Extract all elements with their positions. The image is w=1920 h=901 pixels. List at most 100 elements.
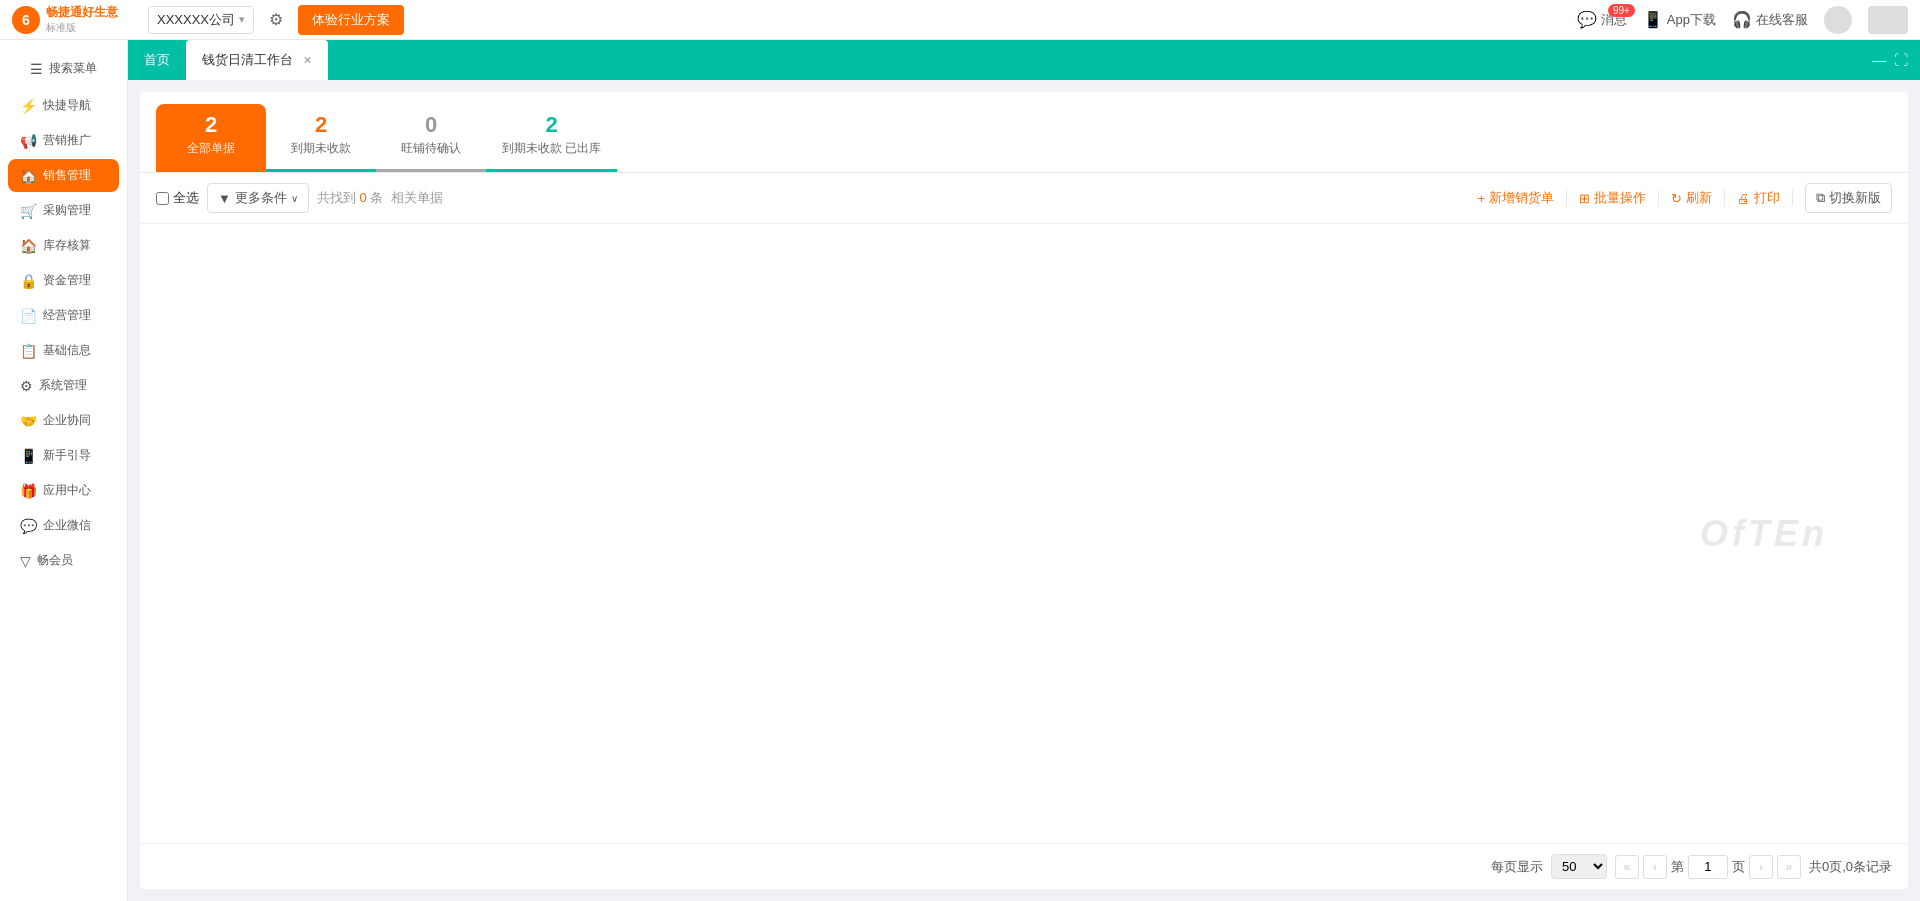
divider-2 (1658, 190, 1659, 206)
sidebar-item-sales[interactable]: 🏠 销售管理 (8, 159, 119, 192)
member-label: 畅会员 (37, 552, 73, 569)
guide-icon: 📱 (20, 448, 37, 464)
divider-4 (1792, 190, 1793, 206)
select-all-checkbox[interactable]: 全选 (156, 189, 199, 207)
quick-nav-label: 快捷导航 (43, 97, 91, 114)
close-tab-icon[interactable]: ✕ (303, 54, 312, 67)
nav-tab-actions: — ⛶ (1872, 52, 1920, 68)
minimize-icon[interactable]: — (1872, 52, 1886, 68)
service-icon: 🎧 (1732, 10, 1752, 29)
guide-label: 新手引导 (43, 447, 91, 464)
top-bar-left: 6 畅捷通好生意 标准版 XXXXXX公司 ▾ ⚙ 体验行业方案 (12, 4, 404, 35)
company-name: XXXXXX公司 (157, 11, 235, 29)
sidebar-item-base-info[interactable]: 📋 基础信息 (8, 334, 119, 367)
sidebar-item-marketing[interactable]: 📢 营销推广 (8, 124, 119, 157)
sidebar-item-finance[interactable]: 🔒 资金管理 (8, 264, 119, 297)
messages-button[interactable]: 💬 消息 99+ (1577, 10, 1627, 29)
summary-tab-shipped-count: 2 (546, 112, 558, 138)
switch-button[interactable]: ⧉ 切换新版 (1805, 183, 1892, 213)
switch-label: 切换新版 (1829, 189, 1881, 207)
divider-1 (1566, 190, 1567, 206)
add-sale-button[interactable]: + 新增销货单 (1477, 189, 1554, 207)
sales-icon: 🏠 (20, 168, 37, 184)
tab-work-bench-label: 钱货日清工作台 (202, 51, 293, 69)
summary-tab-shipped-label: 到期未收款 已出库 (502, 140, 601, 157)
expand-icon[interactable]: ⛶ (1894, 52, 1908, 68)
refresh-icon: ↻ (1671, 191, 1682, 206)
user-name-display (1868, 6, 1908, 34)
sidebar-item-purchase[interactable]: 🛒 采购管理 (8, 194, 119, 227)
inventory-icon: 🏠 (20, 238, 37, 254)
sidebar-item-app-center[interactable]: 🎁 应用中心 (8, 474, 119, 507)
print-icon: 🖨 (1737, 191, 1750, 206)
toolbar-left: 全选 ▼ 更多条件 ∨ 共找到 0 条 相关单据 (156, 183, 1469, 213)
app-center-icon: 🎁 (20, 483, 37, 499)
summary-tab-all-count: 2 (205, 112, 217, 138)
tab-work-bench[interactable]: 钱货日清工作台 ✕ (186, 40, 328, 80)
enterprise-label: 企业协同 (43, 412, 91, 429)
sidebar-item-system[interactable]: ⚙ 系统管理 (8, 369, 119, 402)
message-icon: 💬 (1577, 10, 1597, 29)
app-download-button[interactable]: 📱 App下载 (1643, 10, 1716, 29)
nav-tabs: 首页 钱货日清工作台 ✕ — ⛶ (128, 40, 1920, 80)
messages-badge: 99+ (1608, 4, 1635, 17)
sidebar-item-wechat[interactable]: 💬 企业微信 (8, 509, 119, 542)
logo-text-area: 畅捷通好生意 标准版 (46, 4, 118, 35)
online-service-button[interactable]: 🎧 在线客服 (1732, 10, 1808, 29)
filter-label: 更多条件 (235, 189, 287, 207)
sidebar-item-search-menu[interactable]: ☰ 搜索菜单 (8, 50, 119, 87)
tab-home[interactable]: 首页 (128, 40, 186, 80)
app-download-label: App下载 (1667, 11, 1716, 29)
summary-tab-shipped[interactable]: 2 到期未收款 已出库 (486, 104, 617, 172)
sidebar-item-member[interactable]: ▽ 畅会员 (8, 544, 119, 577)
batch-button[interactable]: ⊞ 批量操作 (1579, 189, 1646, 207)
select-all-input[interactable] (156, 192, 169, 205)
summary-tab-wangpu-count: 0 (425, 112, 437, 138)
member-icon: ▽ (20, 553, 31, 569)
sidebar-item-guide[interactable]: 📱 新手引导 (8, 439, 119, 472)
trial-button[interactable]: 体验行业方案 (298, 5, 404, 35)
base-info-label: 基础信息 (43, 342, 91, 359)
avatar[interactable] (1824, 6, 1852, 34)
summary-tab-all[interactable]: 2 全部单据 (156, 104, 266, 172)
per-page-label: 每页显示 (1491, 858, 1543, 876)
toolbar-right: + 新增销货单 ⊞ 批量操作 ↻ 刷新 🖨 打印 (1477, 183, 1892, 213)
batch-icon: ⊞ (1579, 191, 1590, 206)
page-last-btn[interactable]: » (1777, 855, 1801, 879)
page-input[interactable] (1688, 855, 1728, 879)
sidebar: ☰ 搜索菜单 ⚡ 快捷导航 📢 营销推广 🏠 销售管理 🛒 采购管理 🏠 库存核… (0, 0, 128, 901)
company-selector[interactable]: XXXXXX公司 ▾ (148, 6, 254, 34)
sidebar-item-operations[interactable]: 📄 经营管理 (8, 299, 119, 332)
page-first-btn[interactable]: « (1615, 855, 1639, 879)
toolbar: 全选 ▼ 更多条件 ∨ 共找到 0 条 相关单据 + 新增销货单 (140, 173, 1908, 224)
settings-icon[interactable]: ⚙ (262, 6, 290, 34)
sidebar-item-inventory[interactable]: 🏠 库存核算 (8, 229, 119, 262)
system-icon: ⚙ (20, 378, 33, 394)
top-bar: 6 畅捷通好生意 标准版 XXXXXX公司 ▾ ⚙ 体验行业方案 💬 消息 99… (0, 0, 1920, 40)
add-label: 新增销货单 (1489, 189, 1554, 207)
summary-tab-wangpu[interactable]: 0 旺铺待确认 (376, 104, 486, 172)
system-label: 系统管理 (39, 377, 87, 394)
per-page-select[interactable]: 50 10 20 100 (1551, 854, 1607, 879)
select-all-label: 全选 (173, 189, 199, 207)
page-next-btn[interactable]: › (1749, 855, 1773, 879)
summary-tab-all-label: 全部单据 (187, 140, 235, 157)
table-area: OfTEn (140, 224, 1908, 843)
sidebar-item-enterprise[interactable]: 🤝 企业协同 (8, 404, 119, 437)
logo-name: 畅捷通好生意 (46, 4, 118, 21)
page-prev-btn[interactable]: ‹ (1643, 855, 1667, 879)
sidebar-item-quick-nav[interactable]: ⚡ 快捷导航 (8, 89, 119, 122)
sales-label: 销售管理 (43, 167, 91, 184)
logo-sub: 标准版 (46, 21, 118, 35)
summary-tab-overdue-count: 2 (315, 112, 327, 138)
page-suffix: 页 (1732, 858, 1745, 876)
filter-button[interactable]: ▼ 更多条件 ∨ (207, 183, 309, 213)
operations-label: 经营管理 (43, 307, 91, 324)
inventory-label: 库存核算 (43, 237, 91, 254)
refresh-button[interactable]: ↻ 刷新 (1671, 189, 1712, 207)
summary-tab-overdue-label: 到期未收款 (291, 140, 351, 157)
summary-tab-overdue[interactable]: 2 到期未收款 (266, 104, 376, 172)
sidebar-items: ☰ 搜索菜单 ⚡ 快捷导航 📢 营销推广 🏠 销售管理 🛒 采购管理 🏠 库存核… (0, 40, 127, 901)
print-button[interactable]: 🖨 打印 (1737, 189, 1780, 207)
content-area: 2 全部单据 2 到期未收款 0 旺铺待确认 2 到期未收款 已出库 全选 (140, 92, 1908, 889)
